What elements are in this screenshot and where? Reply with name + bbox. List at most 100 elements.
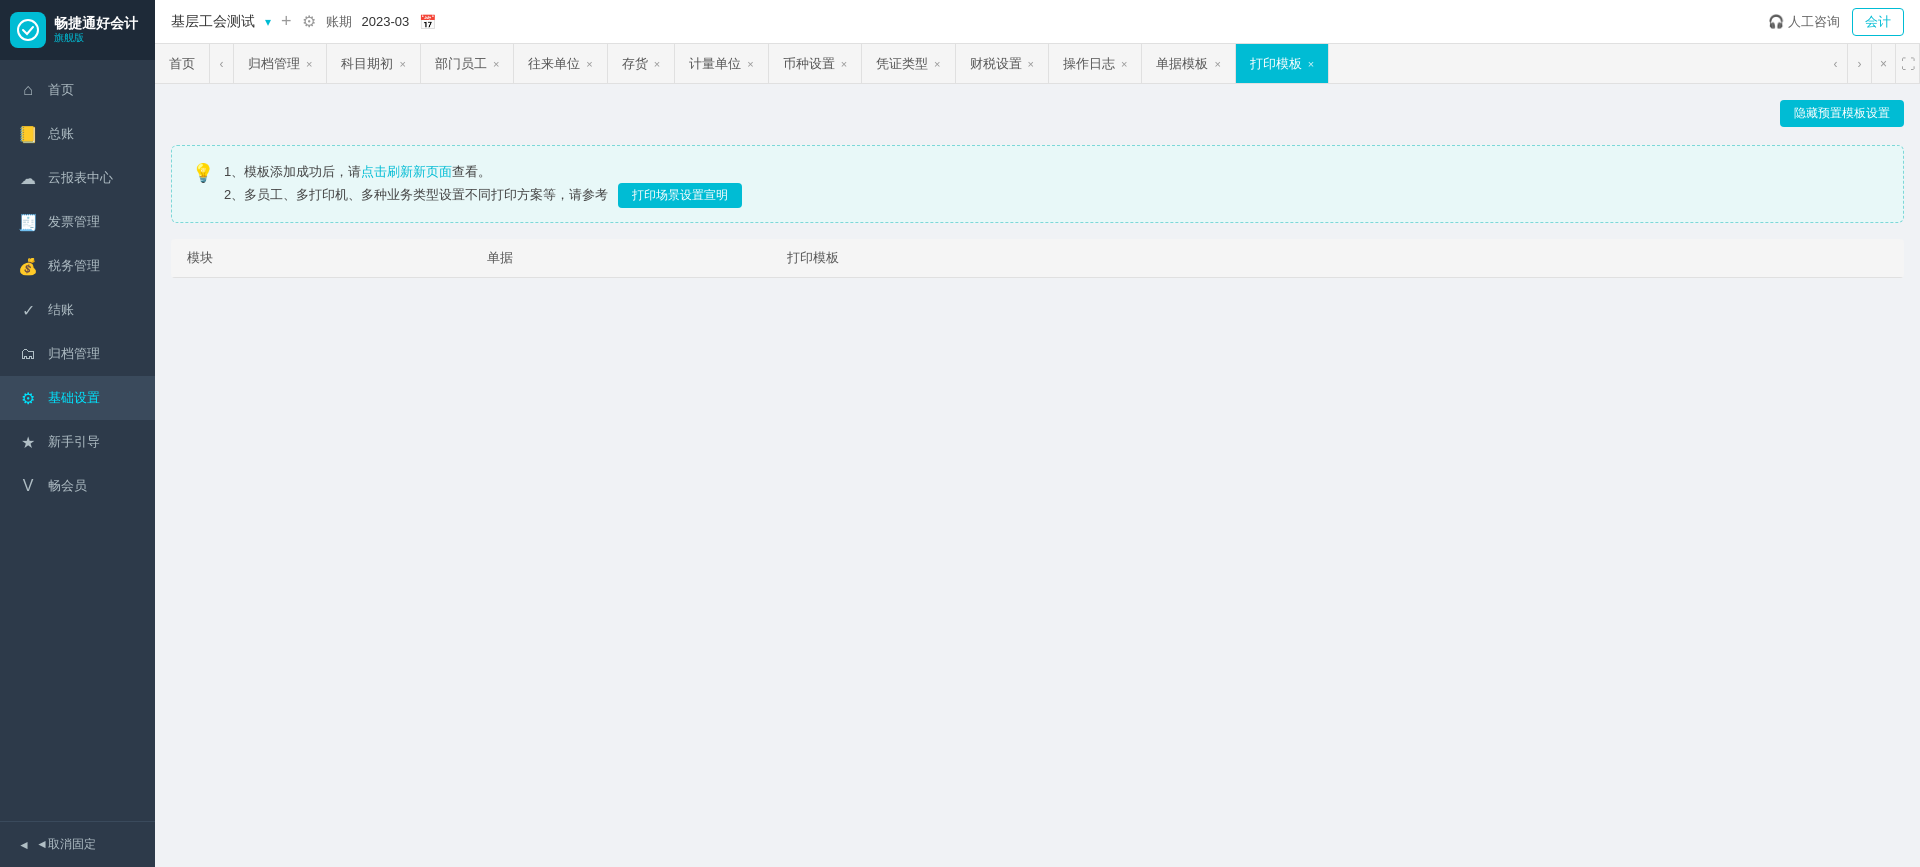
member-label: 畅会员	[48, 477, 87, 495]
tax-label: 税务管理	[48, 257, 100, 275]
member-icon: V	[18, 476, 38, 496]
sidebar-item-member[interactable]: V 畅会员	[0, 464, 155, 508]
tab-subject-label: 科目期初	[341, 55, 393, 73]
calendar-icon[interactable]: 📅	[419, 14, 436, 30]
tab-measure-label: 计量单位	[689, 55, 741, 73]
sidebar-item-guide[interactable]: ★ 新手引导	[0, 420, 155, 464]
tab-voucher-type[interactable]: 凭证类型 ×	[862, 44, 955, 84]
sidebar-item-home[interactable]: ⌂ 首页	[0, 68, 155, 112]
top-bar-left: 基层工会测试 ▾ + ⚙ 账期 2023-03 📅	[171, 11, 436, 32]
close-icon: ✓	[18, 300, 38, 320]
col-header-single: 单据	[471, 249, 771, 267]
tab-nav-prev[interactable]: ‹	[1824, 44, 1848, 84]
tab-currency-label: 币种设置	[783, 55, 835, 73]
tax-icon: 💰	[18, 256, 38, 276]
tab-tax-setting-label: 财税设置	[970, 55, 1022, 73]
sidebar: 畅捷通好会计 旗舰版 ⌂ 首页 📒 总账 ☁ 云报表中心 🧾 发票管理 💰 税务…	[0, 0, 155, 867]
archive-icon: 🗂	[18, 344, 38, 364]
tab-nav-next[interactable]: ›	[1848, 44, 1872, 84]
tab-dept[interactable]: 部门员工 ×	[421, 44, 514, 84]
tab-nav-left[interactable]: ‹	[210, 44, 234, 84]
tab-print-template[interactable]: 打印模板 ×	[1236, 44, 1329, 84]
close-label: 结账	[48, 301, 74, 319]
invoice-icon: 🧾	[18, 212, 38, 232]
tab-single-template-close[interactable]: ×	[1214, 58, 1220, 70]
reports-icon: ☁	[18, 168, 38, 188]
guide-label: 新手引导	[48, 433, 100, 451]
tab-voucher-type-label: 凭证类型	[876, 55, 928, 73]
tab-bar: 首页 ‹ 归档管理 × 科目期初 × 部门员工 × 往来单位 × 存货 × 计量…	[155, 44, 1920, 84]
tab-partner-close[interactable]: ×	[586, 58, 592, 70]
top-bar: 基层工会测试 ▾ + ⚙ 账期 2023-03 📅 🎧 人工咨询 会计	[155, 0, 1920, 44]
sidebar-item-tax[interactable]: 💰 税务管理	[0, 244, 155, 288]
notice-line1-suffix: 查看。	[452, 164, 491, 179]
col-header-print: 打印模板	[771, 249, 1904, 267]
period-value: 2023-03	[362, 14, 410, 29]
tab-close-all[interactable]: ×	[1872, 44, 1896, 84]
tab-print-template-close[interactable]: ×	[1308, 58, 1314, 70]
tab-inventory-label: 存货	[622, 55, 648, 73]
company-name: 基层工会测试	[171, 13, 255, 31]
tab-inventory[interactable]: 存货 ×	[608, 44, 675, 84]
ledger-icon: 📒	[18, 124, 38, 144]
tab-inventory-close[interactable]: ×	[654, 58, 660, 70]
tab-subject[interactable]: 科目期初 ×	[327, 44, 420, 84]
top-bar-right: 🎧 人工咨询 会计	[1768, 8, 1904, 36]
sidebar-item-archive[interactable]: 🗂 归档管理	[0, 332, 155, 376]
notice-link[interactable]: 点击刷新新页面	[361, 164, 452, 179]
action-bar: 隐藏预置模板设置	[171, 100, 1904, 137]
invoice-label: 发票管理	[48, 213, 100, 231]
hide-template-btn[interactable]: 隐藏预置模板设置	[1780, 100, 1904, 127]
tab-voucher-type-close[interactable]: ×	[934, 58, 940, 70]
sidebar-item-close[interactable]: ✓ 结账	[0, 288, 155, 332]
guide-icon: ★	[18, 432, 38, 452]
archive-label: 归档管理	[48, 345, 100, 363]
company-dropdown-icon[interactable]: ▾	[265, 15, 271, 29]
settings-icon: ⚙	[18, 388, 38, 408]
sidebar-item-invoice[interactable]: 🧾 发票管理	[0, 200, 155, 244]
tab-currency[interactable]: 币种设置 ×	[769, 44, 862, 84]
tab-operation-log[interactable]: 操作日志 ×	[1049, 44, 1142, 84]
logo-subtitle: 旗舰版	[54, 31, 138, 45]
tab-measure[interactable]: 计量单位 ×	[675, 44, 768, 84]
tab-dept-label: 部门员工	[435, 55, 487, 73]
table-header: 模块 单据 打印模板	[171, 239, 1904, 278]
tab-operation-log-close[interactable]: ×	[1121, 58, 1127, 70]
settings-icon[interactable]: ⚙	[302, 12, 316, 31]
ledger-label: 总账	[48, 125, 74, 143]
tab-partner[interactable]: 往来单位 ×	[514, 44, 607, 84]
sidebar-item-settings[interactable]: ⚙ 基础设置	[0, 376, 155, 420]
unpin-icon: ◄	[18, 838, 30, 852]
data-table: 模块 单据 打印模板	[171, 239, 1904, 278]
sidebar-unpin[interactable]: ◄ ◄取消固定	[0, 821, 155, 867]
tab-archive-close[interactable]: ×	[306, 58, 312, 70]
sidebar-item-reports[interactable]: ☁ 云报表中心	[0, 156, 155, 200]
info-notice: 💡 1、模板添加成功后，请点击刷新新页面查看。 2、多员工、多打印机、多种业务类…	[171, 145, 1904, 223]
notice-line1-prefix: 1、模板添加成功后，请	[224, 164, 361, 179]
tab-currency-close[interactable]: ×	[841, 58, 847, 70]
notice-content: 1、模板添加成功后，请点击刷新新页面查看。 2、多员工、多打印机、多种业务类型设…	[224, 160, 742, 208]
tab-archive[interactable]: 归档管理 ×	[234, 44, 327, 84]
tab-right-actions: ‹ › × ⛶	[1824, 44, 1920, 84]
add-company-btn[interactable]: +	[281, 11, 292, 32]
logo-title: 畅捷通好会计	[54, 15, 138, 32]
tab-single-template[interactable]: 单据模板 ×	[1142, 44, 1235, 84]
tab-dept-close[interactable]: ×	[493, 58, 499, 70]
sidebar-logo: 畅捷通好会计 旗舰版	[0, 0, 155, 60]
main-area: 基层工会测试 ▾ + ⚙ 账期 2023-03 📅 🎧 人工咨询 会计 首页 ‹…	[155, 0, 1920, 867]
tab-subject-close[interactable]: ×	[399, 58, 405, 70]
period-label: 账期	[326, 13, 352, 31]
tab-tax-setting-close[interactable]: ×	[1028, 58, 1034, 70]
tab-measure-close[interactable]: ×	[747, 58, 753, 70]
tab-tax-setting[interactable]: 财税设置 ×	[956, 44, 1049, 84]
tab-expand[interactable]: ⛶	[1896, 44, 1920, 84]
support-btn[interactable]: 🎧 人工咨询	[1768, 13, 1840, 31]
sidebar-item-ledger[interactable]: 📒 总账	[0, 112, 155, 156]
content-area: 隐藏预置模板设置 💡 1、模板添加成功后，请点击刷新新页面查看。 2、多员工、多…	[155, 84, 1920, 867]
kuaiji-btn[interactable]: 会计	[1852, 8, 1904, 36]
notice-line1: 1、模板添加成功后，请点击刷新新页面查看。	[224, 160, 742, 183]
tab-print-template-label: 打印模板	[1250, 55, 1302, 73]
setup-explain-btn[interactable]: 打印场景设置宣明	[618, 183, 742, 208]
support-headset-icon: 🎧	[1768, 14, 1784, 29]
tab-home[interactable]: 首页	[155, 44, 210, 84]
